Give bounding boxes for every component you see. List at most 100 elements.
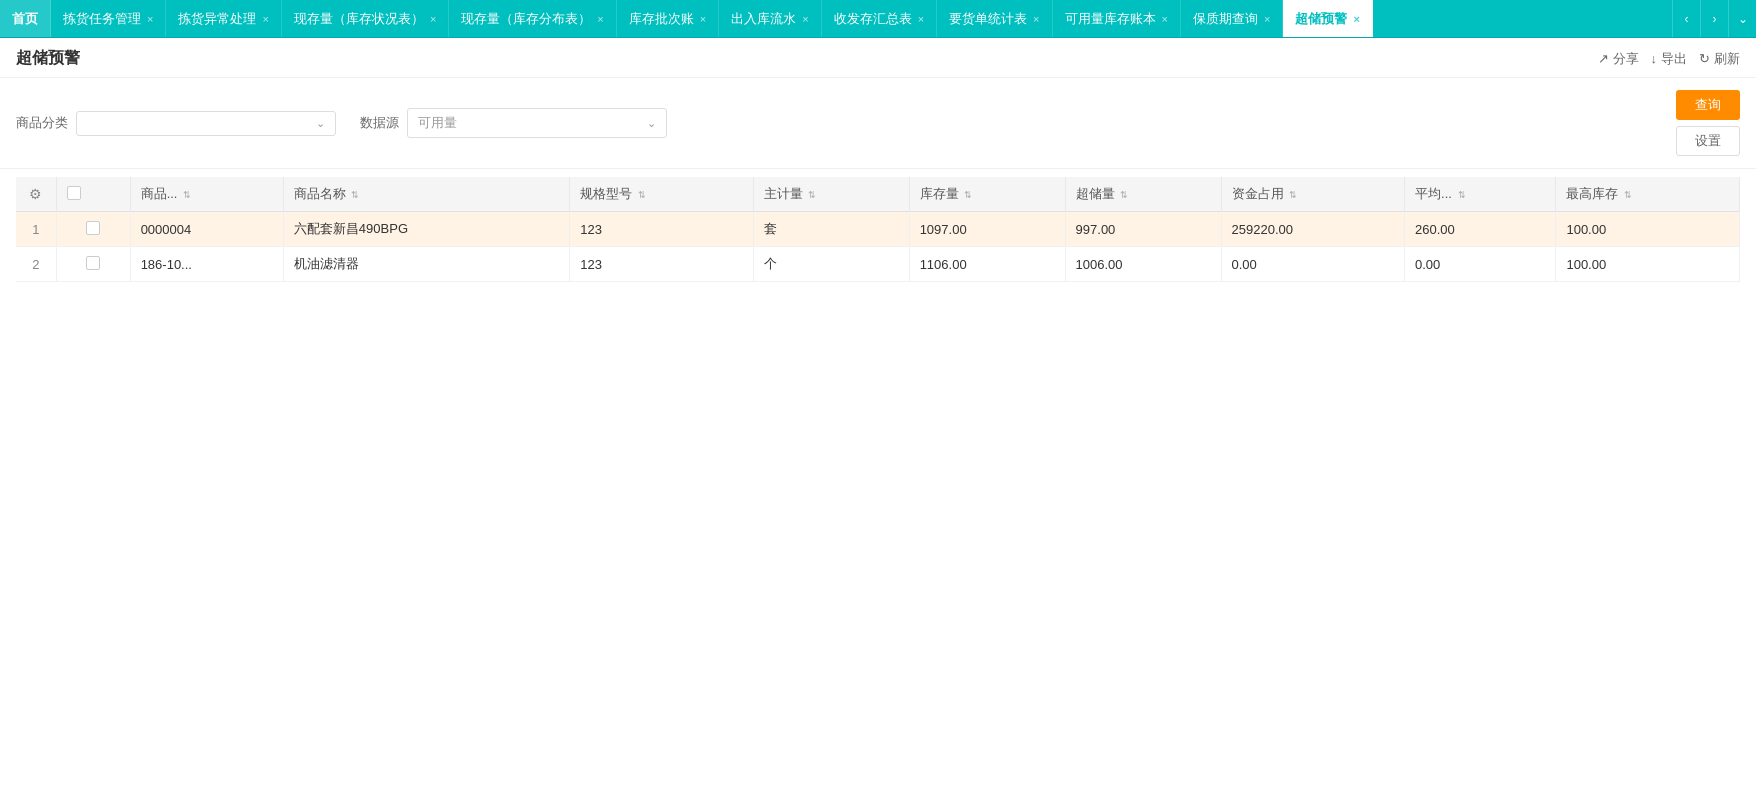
close-icon[interactable]: × (700, 13, 706, 25)
page-title: 超储预警 (16, 48, 80, 69)
page-header: 超储预警 ↗ 分享 ↓ 导出 ↻ 刷新 (0, 38, 1756, 78)
sort-icon: ⇅ (1289, 190, 1297, 200)
settings-icon-header[interactable]: ⚙ (16, 177, 56, 212)
share-button[interactable]: ↗ 分享 (1598, 50, 1639, 68)
nav-item-1[interactable]: 拣货任务管理 × (51, 0, 166, 37)
nav-item-3[interactable]: 现存量（库存状况表） × (282, 0, 449, 37)
cell-product-name: 六配套新昌490BPG (283, 212, 569, 247)
cell-avg: 260.00 (1405, 212, 1556, 247)
sort-icon: ⇅ (351, 190, 359, 200)
col-overflow[interactable]: 超储量 ⇅ (1065, 177, 1221, 212)
col-product-code[interactable]: 商品... ⇅ (130, 177, 283, 212)
sort-icon: ⇅ (808, 190, 816, 200)
sort-icon: ⇅ (638, 190, 646, 200)
sort-icon: ⇅ (964, 190, 972, 200)
nav-item-9[interactable]: 可用量库存账本 × (1053, 0, 1181, 37)
close-icon[interactable]: × (262, 13, 268, 25)
close-icon[interactable]: × (1033, 13, 1039, 25)
checkbox-header[interactable] (56, 177, 130, 212)
col-stock[interactable]: 库存量 ⇅ (909, 177, 1065, 212)
chevron-down-icon: ⌄ (647, 117, 656, 130)
nav-item-10[interactable]: 保质期查询 × (1181, 0, 1283, 37)
table-container: ⚙ 商品... ⇅ 商品名称 ⇅ 规格型号 ⇅ 主计量 ⇅ (0, 177, 1756, 282)
cell-product-name: 机油滤清器 (283, 247, 569, 282)
cell-spec: 123 (570, 247, 754, 282)
sort-icon: ⇅ (1120, 190, 1128, 200)
refresh-icon: ↻ (1699, 51, 1710, 66)
table-body: 1 0000004 六配套新昌490BPG 123 套 1097.00 997.… (16, 212, 1740, 282)
cell-overflow: 997.00 (1065, 212, 1221, 247)
cell-overflow: 1006.00 (1065, 247, 1221, 282)
nav-item-5[interactable]: 库存批次账 × (617, 0, 719, 37)
header-actions: ↗ 分享 ↓ 导出 ↻ 刷新 (1598, 50, 1741, 68)
datasource-filter-group: 数据源 可用量 ⌄ (360, 108, 667, 138)
export-icon: ↓ (1651, 51, 1658, 66)
col-capital[interactable]: 资金占用 ⇅ (1221, 177, 1405, 212)
cell-unit: 套 (753, 212, 909, 247)
share-icon: ↗ (1598, 51, 1609, 66)
col-product-name[interactable]: 商品名称 ⇅ (283, 177, 569, 212)
datasource-select-value: 可用量 (418, 114, 457, 132)
row-checkbox-cell[interactable] (56, 212, 130, 247)
row-checkbox[interactable] (86, 256, 100, 270)
nav-item-home[interactable]: 首页 (0, 0, 51, 37)
col-spec[interactable]: 规格型号 ⇅ (570, 177, 754, 212)
table-row: 1 0000004 六配套新昌490BPG 123 套 1097.00 997.… (16, 212, 1740, 247)
nav-prev-button[interactable]: ‹ (1672, 0, 1700, 37)
row-number: 2 (16, 247, 56, 282)
close-icon[interactable]: × (1162, 13, 1168, 25)
cell-avg: 0.00 (1405, 247, 1556, 282)
nav-item-active[interactable]: 超储预警 × (1283, 0, 1372, 37)
close-icon[interactable]: × (1353, 13, 1359, 25)
cell-stock: 1097.00 (909, 212, 1065, 247)
nav-item-8[interactable]: 要货单统计表 × (937, 0, 1052, 37)
filter-buttons: 查询 设置 (1676, 90, 1740, 156)
col-max-stock[interactable]: 最高库存 ⇅ (1556, 177, 1740, 212)
cell-max-stock: 100.00 (1556, 247, 1740, 282)
cell-max-stock: 100.00 (1556, 212, 1740, 247)
nav-next-button[interactable]: › (1700, 0, 1728, 37)
cell-product-code: 186-10... (130, 247, 283, 282)
datasource-select[interactable]: 可用量 ⌄ (407, 108, 667, 138)
nav-item-2[interactable]: 拣货异常处理 × (166, 0, 281, 37)
category-select[interactable]: ⌄ (76, 111, 336, 136)
nav-menu-button[interactable]: ⌄ (1728, 0, 1756, 37)
close-icon[interactable]: × (918, 13, 924, 25)
data-table: ⚙ 商品... ⇅ 商品名称 ⇅ 规格型号 ⇅ 主计量 ⇅ (16, 177, 1740, 282)
cell-spec: 123 (570, 212, 754, 247)
nav-item-7[interactable]: 收发存汇总表 × (822, 0, 937, 37)
datasource-label: 数据源 (360, 114, 399, 132)
close-icon[interactable]: × (597, 13, 603, 25)
filter-area: 商品分类 ⌄ 数据源 可用量 ⌄ 查询 设置 (0, 78, 1756, 169)
col-avg[interactable]: 平均... ⇅ (1405, 177, 1556, 212)
category-filter-group: 商品分类 ⌄ (16, 111, 336, 136)
nav-item-4[interactable]: 现存量（库存分布表） × (449, 0, 616, 37)
table-header-row: ⚙ 商品... ⇅ 商品名称 ⇅ 规格型号 ⇅ 主计量 ⇅ (16, 177, 1740, 212)
query-button[interactable]: 查询 (1676, 90, 1740, 120)
sort-icon: ⇅ (1458, 190, 1466, 200)
cell-product-code: 0000004 (130, 212, 283, 247)
col-unit[interactable]: 主计量 ⇅ (753, 177, 909, 212)
export-button[interactable]: ↓ 导出 (1651, 50, 1688, 68)
nav-bar: 首页 拣货任务管理 × 拣货异常处理 × 现存量（库存状况表） × 现存量（库存… (0, 0, 1756, 38)
close-icon[interactable]: × (1264, 13, 1270, 25)
table-row: 2 186-10... 机油滤清器 123 个 1106.00 1006.00 … (16, 247, 1740, 282)
sort-icon: ⇅ (1624, 190, 1632, 200)
row-checkbox-cell[interactable] (56, 247, 130, 282)
set-button[interactable]: 设置 (1676, 126, 1740, 156)
close-icon[interactable]: × (802, 13, 808, 25)
refresh-button[interactable]: ↻ 刷新 (1699, 50, 1740, 68)
cell-capital: 0.00 (1221, 247, 1405, 282)
cell-capital: 259220.00 (1221, 212, 1405, 247)
close-icon[interactable]: × (430, 13, 436, 25)
nav-arrows: ‹ › ⌄ (1672, 0, 1756, 37)
row-checkbox[interactable] (86, 221, 100, 235)
sort-icon: ⇅ (183, 190, 191, 200)
select-all-checkbox[interactable] (67, 186, 81, 200)
cell-stock: 1106.00 (909, 247, 1065, 282)
chevron-down-icon: ⌄ (316, 117, 325, 130)
category-label: 商品分类 (16, 114, 68, 132)
nav-item-6[interactable]: 出入库流水 × (719, 0, 821, 37)
row-number: 1 (16, 212, 56, 247)
close-icon[interactable]: × (147, 13, 153, 25)
